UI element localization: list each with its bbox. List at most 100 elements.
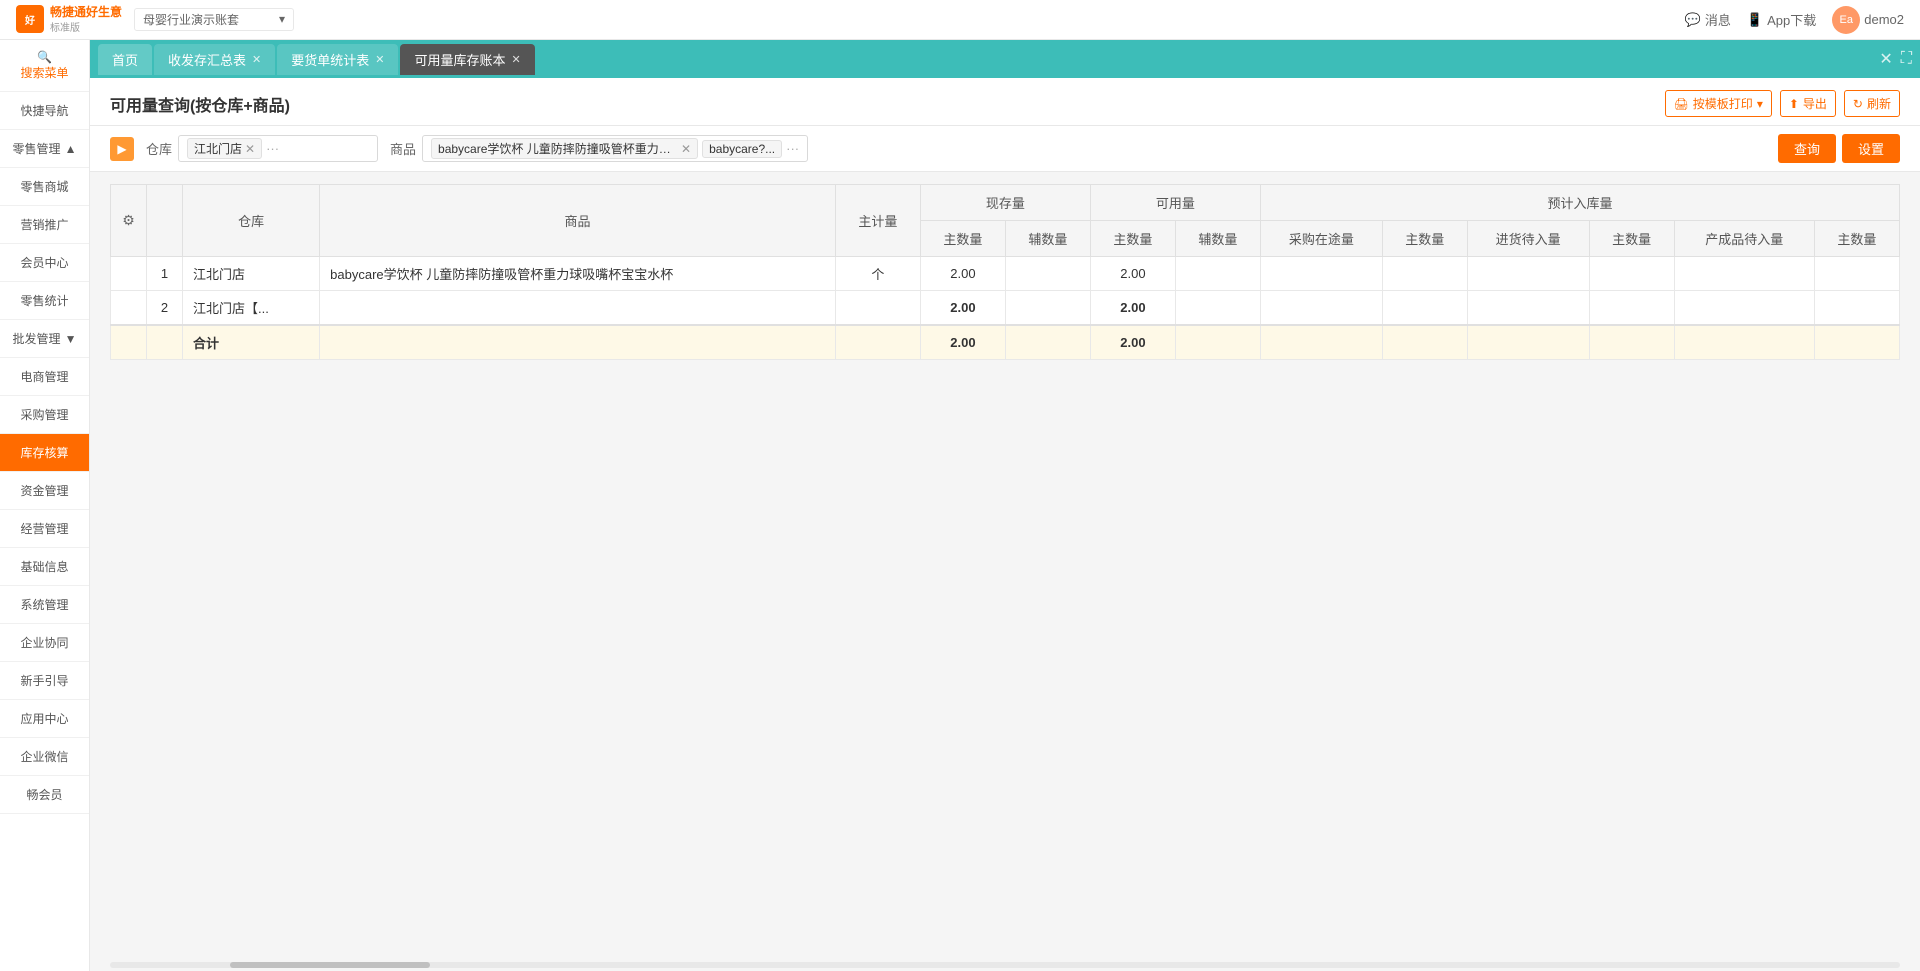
- tab-order-stats-close[interactable]: ✕: [375, 53, 384, 66]
- sidebar-item-basic-info[interactable]: 基础信息: [0, 548, 89, 586]
- scrollbar-thumb[interactable]: [230, 962, 430, 968]
- tab-order-stats[interactable]: 要货单统计表 ✕: [277, 44, 398, 75]
- tab-receive-pay[interactable]: 收发存汇总表 ✕: [154, 44, 275, 75]
- total-settings: [111, 325, 147, 360]
- message-btn[interactable]: 💬 消息: [1685, 10, 1731, 29]
- th-unit: 主计量: [835, 185, 920, 257]
- warehouse-tag-remove[interactable]: ✕: [245, 142, 255, 156]
- cell-purchase-in-sub: [1382, 257, 1467, 291]
- search-label: 搜索菜单: [6, 64, 83, 81]
- sidebar-item-label: 企业协同: [20, 636, 68, 650]
- sidebar-item-guide[interactable]: 新手引导: [0, 662, 89, 700]
- table-row: 2 江北门店【... 2.00 2.00: [111, 291, 1900, 326]
- total-empty-1: [147, 325, 183, 360]
- page-actions: 🖨 按模板打印 ▾ ⬆ 导出 ↻ 刷新: [1665, 90, 1900, 117]
- sidebar-item-label: 经营管理: [20, 522, 68, 536]
- warehouse-more-icon[interactable]: ···: [266, 141, 279, 156]
- refresh-btn[interactable]: ↻ 刷新: [1844, 90, 1900, 117]
- filter-toggle-btn[interactable]: ▶: [110, 137, 134, 161]
- message-label: 消息: [1705, 10, 1731, 29]
- warehouse-label: 仓库: [146, 139, 172, 158]
- product-more-icon[interactable]: ···: [786, 141, 799, 156]
- sidebar-item-label: 零售统计: [20, 294, 68, 308]
- app-download-btn[interactable]: 📱 App下载: [1747, 10, 1816, 29]
- cell-warehouse: 江北门店【...: [183, 291, 320, 326]
- th-goods-in-group: 进货待入量: [1467, 221, 1589, 257]
- tab-receive-pay-label: 收发存汇总表: [168, 50, 246, 69]
- cell-current-main: 2.00: [920, 291, 1005, 326]
- warehouse-tag-area[interactable]: 江北门店 ✕ ···: [178, 135, 378, 162]
- th-warehouse: 仓库: [183, 185, 320, 257]
- product-tag-1-remove[interactable]: ✕: [681, 142, 691, 156]
- sidebar-item-label: 电商管理: [20, 370, 68, 384]
- cell-available-sub: [1175, 257, 1260, 291]
- product-tag-area[interactable]: babycare学饮杯 儿童防摔防撞吸管杯重力球吸嘴杯宝宝水杯 ✕ babyca…: [422, 135, 808, 162]
- total-p6: [1814, 325, 1899, 360]
- cell-goods-in-main: [1467, 257, 1589, 291]
- app-label: App下载: [1767, 10, 1816, 29]
- cell-unit: [835, 291, 920, 326]
- total-unit: [835, 325, 920, 360]
- col-settings-icon[interactable]: ⚙: [122, 212, 135, 228]
- cell-settings: [111, 291, 147, 326]
- top-bar-right: 💬 消息 📱 App下载 Ea demo2: [1685, 6, 1904, 34]
- sidebar-item-system[interactable]: 系统管理: [0, 586, 89, 624]
- sidebar-item-zero-retail[interactable]: 零售管理 ▲: [0, 130, 89, 168]
- tab-home[interactable]: 首页: [98, 44, 152, 75]
- sidebar-item-inventory[interactable]: 库存核算: [0, 434, 89, 472]
- nav-label: 快捷导航: [20, 104, 68, 118]
- sidebar-item-operations[interactable]: 经营管理: [0, 510, 89, 548]
- sidebar-nav[interactable]: 快捷导航: [0, 92, 89, 130]
- tab-order-stats-label: 要货单统计表: [291, 50, 369, 69]
- query-btn[interactable]: 查询: [1778, 134, 1836, 163]
- industry-selector[interactable]: 母婴行业演示账套 ▾: [134, 8, 294, 31]
- sidebar-item-members[interactable]: 会员中心: [0, 244, 89, 282]
- print-btn[interactable]: 🖨 按模板打印 ▾: [1665, 90, 1772, 117]
- sidebar-item-retail-mall[interactable]: 零售商城: [0, 168, 89, 206]
- sidebar-item-ecommerce[interactable]: 电商管理: [0, 358, 89, 396]
- logo-icon: 好: [16, 5, 44, 33]
- sidebar-item-purchase[interactable]: 采购管理: [0, 396, 89, 434]
- user-menu[interactable]: Ea demo2: [1832, 6, 1904, 34]
- total-p1: [1260, 325, 1382, 360]
- warehouse-tag-text: 江北门店: [194, 140, 242, 157]
- th-purchase-in-group: 采购在途量: [1260, 221, 1382, 257]
- cell-available-sub: [1175, 291, 1260, 326]
- message-icon: 💬: [1685, 12, 1701, 28]
- cell-unit: 个: [835, 257, 920, 291]
- sidebar-item-enterprise-wechat[interactable]: 企业微信: [0, 738, 89, 776]
- settings-btn[interactable]: 设置: [1842, 134, 1900, 163]
- sidebar-item-retail-stats[interactable]: 零售统计: [0, 282, 89, 320]
- sidebar-item-wholesale[interactable]: 批发管理 ▼: [0, 320, 89, 358]
- mobile-icon: 📱: [1747, 12, 1763, 28]
- cell-purchase-in-main: [1260, 257, 1382, 291]
- cell-production-in-main: [1674, 291, 1814, 326]
- tab-receive-pay-close[interactable]: ✕: [252, 53, 261, 66]
- sidebar-item-enterprise[interactable]: 企业协同: [0, 624, 89, 662]
- sidebar-item-label: 基础信息: [20, 560, 68, 574]
- logo-area: 好 畅捷通好生意 标准版: [16, 5, 122, 34]
- th-current-sub: 辅数量: [1005, 221, 1090, 257]
- th-available-main: 主数量: [1090, 221, 1175, 257]
- total-available-sub: [1175, 325, 1260, 360]
- sidebar-item-member[interactable]: 畅会员: [0, 776, 89, 814]
- refresh-icon: ↻: [1853, 97, 1863, 111]
- table-wrapper: ⚙ 仓库 商品 主计量 现存量 可用量 预计入库量 主数量 辅数: [90, 172, 1920, 959]
- scrollbar-track[interactable]: [110, 962, 1900, 968]
- sidebar-search[interactable]: 🔍 搜索菜单: [0, 40, 89, 92]
- th-settings: ⚙: [111, 185, 147, 257]
- tab-available-inventory-close[interactable]: ✕: [512, 53, 521, 66]
- tab-available-inventory[interactable]: 可用量库存账本 ✕: [400, 44, 534, 75]
- sidebar-item-label: 资金管理: [20, 484, 68, 498]
- sidebar-item-app-center[interactable]: 应用中心: [0, 700, 89, 738]
- close-all-tabs-btn[interactable]: ✕: [1879, 49, 1892, 69]
- export-btn[interactable]: ⬆ 导出: [1780, 90, 1836, 117]
- sidebar-item-finance[interactable]: 资金管理: [0, 472, 89, 510]
- th-current-main: 主数量: [920, 221, 1005, 257]
- chevron-icon: ▲: [65, 142, 77, 156]
- maximize-btn[interactable]: ⛶: [1901, 50, 1912, 68]
- sidebar-item-marketing[interactable]: 营销推广: [0, 206, 89, 244]
- username-label: demo2: [1864, 12, 1904, 27]
- th-planned-in-group: 预计入库量: [1260, 185, 1899, 221]
- cell-production-in-sub: [1814, 257, 1899, 291]
